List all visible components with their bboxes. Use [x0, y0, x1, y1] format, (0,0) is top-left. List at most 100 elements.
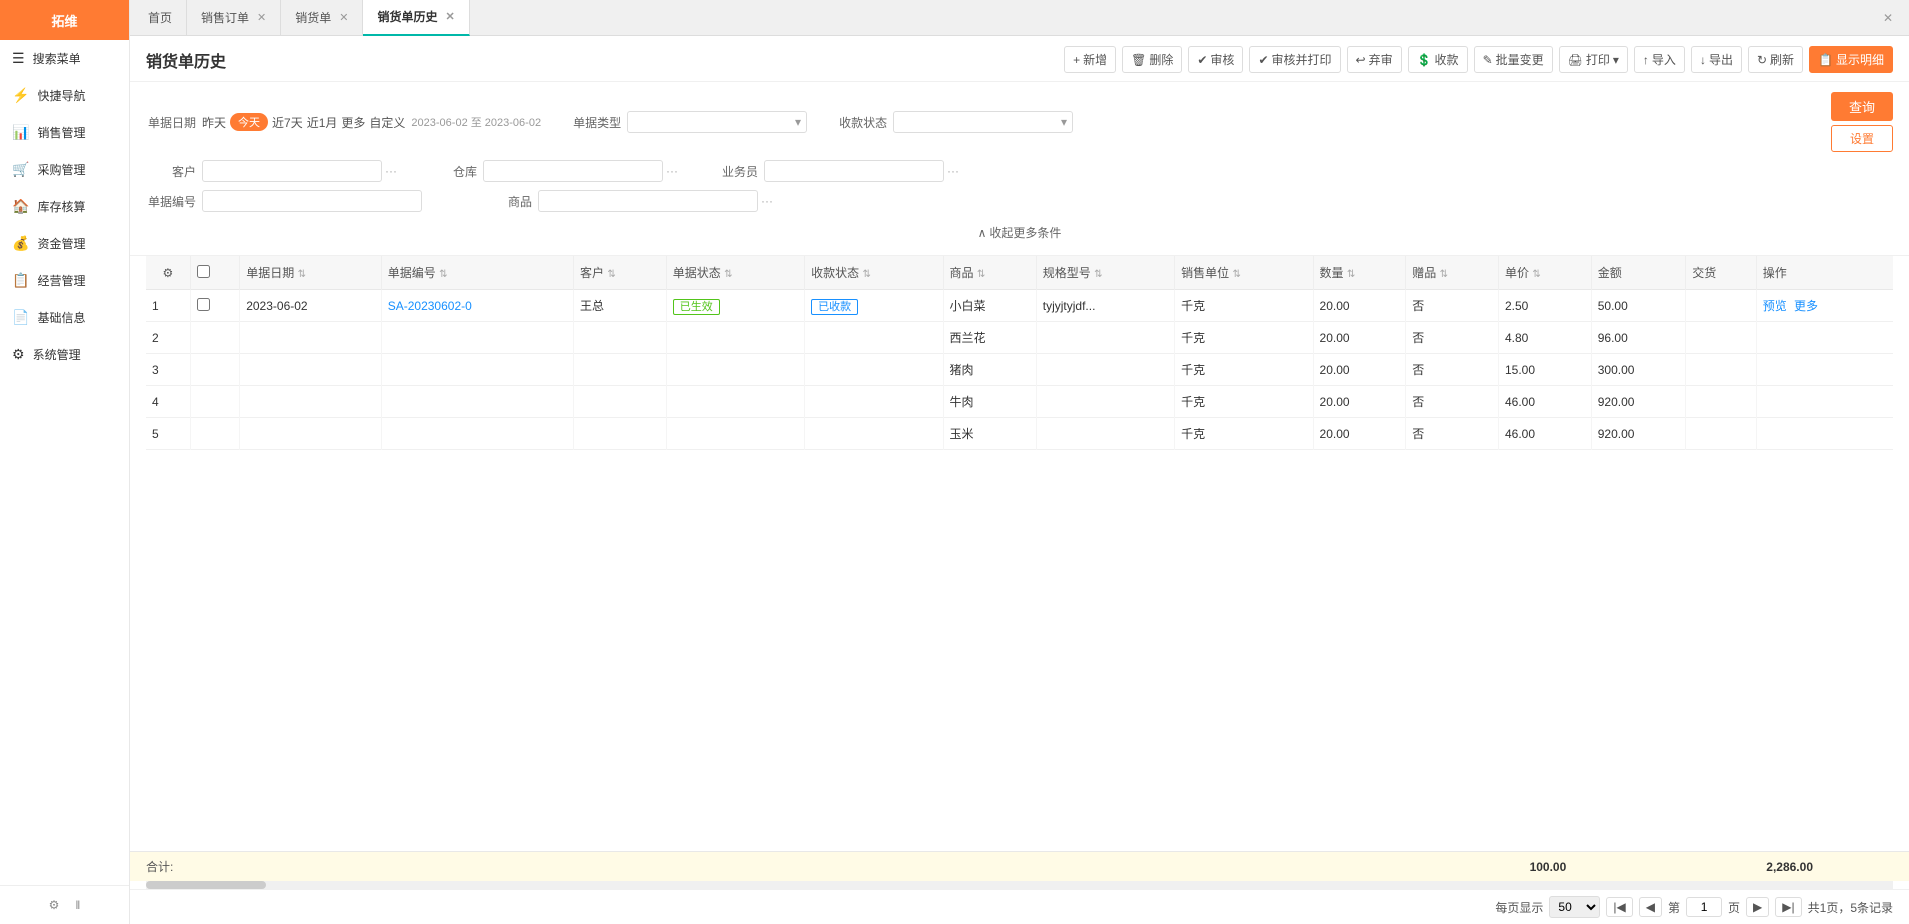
tab-sales-order[interactable]: 销售订单 ✕ — [187, 0, 281, 36]
current-page-input[interactable] — [1686, 897, 1722, 917]
payment-select[interactable] — [893, 111, 1073, 133]
col-paystatus-header[interactable]: 收款状态 ⇅ — [805, 256, 943, 290]
col-checkbox-header[interactable] — [190, 256, 239, 290]
select-all-checkbox[interactable] — [197, 265, 210, 278]
pagination-bar: 每页显示 50 100 200 |◀ ◀ 第 页 ▶ ▶| 共1页，5条记录 — [130, 889, 1909, 924]
col-qty-header[interactable]: 数量 ⇅ — [1313, 256, 1406, 290]
row2-no: 2 — [146, 322, 190, 354]
row1-docstatus: 已生效 — [666, 290, 804, 322]
sidebar-item-inventory-calc[interactable]: 🏠 库存核算 — [0, 188, 129, 225]
refresh-button[interactable]: ↻ 刷新 — [1748, 46, 1803, 73]
docno-input[interactable] — [202, 190, 422, 212]
row1-preview-link[interactable]: 预览 — [1763, 299, 1787, 313]
col-date-header[interactable]: 单据日期 ⇅ — [240, 256, 382, 290]
delete-button[interactable]: 🗑 删除 — [1122, 46, 1182, 73]
shortcut-today[interactable]: 今天 — [230, 113, 268, 131]
setup-button[interactable]: 设置 — [1831, 125, 1893, 152]
salesperson-input[interactable] — [764, 160, 944, 182]
table-row: 1 2023-06-02 SA-20230602-0 王总 已生效 已收款 小白… — [146, 290, 1893, 322]
show-detail-button[interactable]: 📋 显示明细 — [1809, 46, 1893, 73]
print-button[interactable]: 🖨 打印 ▾ — [1559, 46, 1628, 73]
sidebar-item-sales-mgmt[interactable]: 📊 销售管理 — [0, 114, 129, 151]
tab-sales-invoice[interactable]: 销货单 ✕ — [281, 0, 363, 36]
row1-amount: 50.00 — [1591, 290, 1686, 322]
horizontal-scrollbar[interactable] — [146, 881, 1893, 889]
shortcut-more[interactable]: 更多 — [341, 114, 365, 131]
warehouse-input[interactable] — [483, 160, 663, 182]
sidebar-item-operation-mgmt[interactable]: 📋 经营管理 — [0, 262, 129, 299]
prev-page-button[interactable]: ◀ — [1639, 897, 1662, 917]
goods-filter-label: 商品 — [482, 193, 532, 210]
row5-no: 5 — [146, 418, 190, 450]
type-select[interactable] — [627, 111, 807, 133]
sidebar-item-system-mgmt[interactable]: ⚙ 系统管理 — [0, 336, 129, 373]
sidebar-item-quick-nav[interactable]: ⚡ 快捷导航 — [0, 77, 129, 114]
tab-sales-order-close[interactable]: ✕ — [257, 11, 266, 24]
shortcut-yesterday[interactable]: 昨天 — [202, 114, 226, 131]
row3-checkbox[interactable] — [190, 354, 239, 386]
warehouse-more-icon[interactable]: ··· — [666, 164, 678, 178]
next-page-button[interactable]: ▶ — [1746, 897, 1769, 917]
salesperson-more-icon[interactable]: ··· — [947, 164, 959, 178]
col-gift-header[interactable]: 赠品 ⇅ — [1406, 256, 1499, 290]
collapse-button[interactable]: ∧ 收起更多条件 — [146, 220, 1893, 245]
price-sort-icon: ⇅ — [1532, 269, 1540, 280]
tab-sales-history-close[interactable]: ✕ — [446, 10, 455, 23]
import-button[interactable]: ↑ 导入 — [1634, 46, 1685, 73]
query-button[interactable]: 查询 — [1831, 92, 1893, 121]
col-amount-header[interactable]: 金额 — [1591, 256, 1686, 290]
row5-checkbox[interactable] — [190, 418, 239, 450]
sidebar-item-base-info[interactable]: 📄 基础信息 — [0, 299, 129, 336]
row1-more-link[interactable]: 更多 — [1794, 299, 1818, 313]
tab-sales-history[interactable]: 销货单历史 ✕ — [363, 0, 469, 36]
sidebar-settings-icon[interactable]: ⚙ — [49, 898, 60, 912]
window-close-button[interactable]: ✕ — [1871, 11, 1905, 25]
col-transaction-header[interactable]: 交货 — [1686, 256, 1756, 290]
add-button[interactable]: + 新增 — [1064, 46, 1116, 73]
export-button[interactable]: ↓ 导出 — [1691, 46, 1742, 73]
abandon-button[interactable]: ↩ 弃审 — [1347, 46, 1402, 73]
show-detail-icon: 📋 — [1818, 53, 1833, 67]
row1-docno[interactable]: SA-20230602-0 — [381, 290, 573, 322]
last-page-button[interactable]: ▶| — [1775, 897, 1801, 917]
row1-checkbox-input[interactable] — [197, 298, 210, 311]
goods-more-icon[interactable]: ··· — [761, 194, 773, 208]
shortcut-1month[interactable]: 近1月 — [307, 114, 338, 131]
sidebar-collapse-icon[interactable]: ‖ — [75, 898, 80, 912]
first-page-button[interactable]: |◀ — [1606, 897, 1632, 917]
audit-print-button[interactable]: ✔ 审核并打印 — [1249, 46, 1340, 73]
shortcut-custom[interactable]: 自定义 — [369, 114, 405, 131]
sidebar-item-fund-mgmt[interactable]: 💰 资金管理 — [0, 225, 129, 262]
page-size-select[interactable]: 50 100 200 — [1549, 896, 1600, 918]
sidebar-item-search-menu[interactable]: ☰ 搜索菜单 — [0, 40, 129, 77]
tab-home[interactable]: 首页 — [134, 0, 187, 36]
row2-checkbox[interactable] — [190, 322, 239, 354]
col-customer-header[interactable]: 客户 ⇅ — [574, 256, 667, 290]
customer-input[interactable] — [202, 160, 382, 182]
col-docstatus-header[interactable]: 单据状态 ⇅ — [666, 256, 804, 290]
col-docno-header[interactable]: 单据编号 ⇅ — [381, 256, 573, 290]
col-unit-header[interactable]: 销售单位 ⇅ — [1175, 256, 1313, 290]
customer-more-icon[interactable]: ··· — [385, 164, 397, 178]
col-price-header[interactable]: 单价 ⇅ — [1499, 256, 1592, 290]
row4-checkbox[interactable] — [190, 386, 239, 418]
goods-input[interactable] — [538, 190, 758, 212]
col-spec-header[interactable]: 规格型号 ⇅ — [1036, 256, 1174, 290]
tab-sales-invoice-close[interactable]: ✕ — [339, 11, 348, 24]
table-header-row: ⚙ 单据日期 ⇅ 单据编号 ⇅ 客户 ⇅ — [146, 256, 1893, 290]
col-goods-header[interactable]: 商品 ⇅ — [943, 256, 1036, 290]
scrollbar-thumb[interactable] — [146, 881, 266, 889]
sidebar-item-purchase-mgmt[interactable]: 🛒 采购管理 — [0, 151, 129, 188]
col-gear[interactable]: ⚙ — [146, 256, 190, 290]
collect-button[interactable]: 💲 收款 — [1408, 46, 1468, 73]
row3-paystatus — [805, 354, 943, 386]
row1-docno-link[interactable]: SA-20230602-0 — [388, 299, 472, 313]
quick-nav-icon: ⚡ — [12, 87, 29, 104]
shortcut-7days[interactable]: 近7天 — [272, 114, 303, 131]
filter-group-goods: 商品 ··· — [452, 190, 773, 212]
row1-checkbox[interactable] — [190, 290, 239, 322]
row3-date — [240, 354, 382, 386]
batch-change-button[interactable]: ✎ 批量变更 — [1474, 46, 1553, 73]
row3-customer — [574, 354, 667, 386]
audit-button[interactable]: ✔ 审核 — [1188, 46, 1243, 73]
